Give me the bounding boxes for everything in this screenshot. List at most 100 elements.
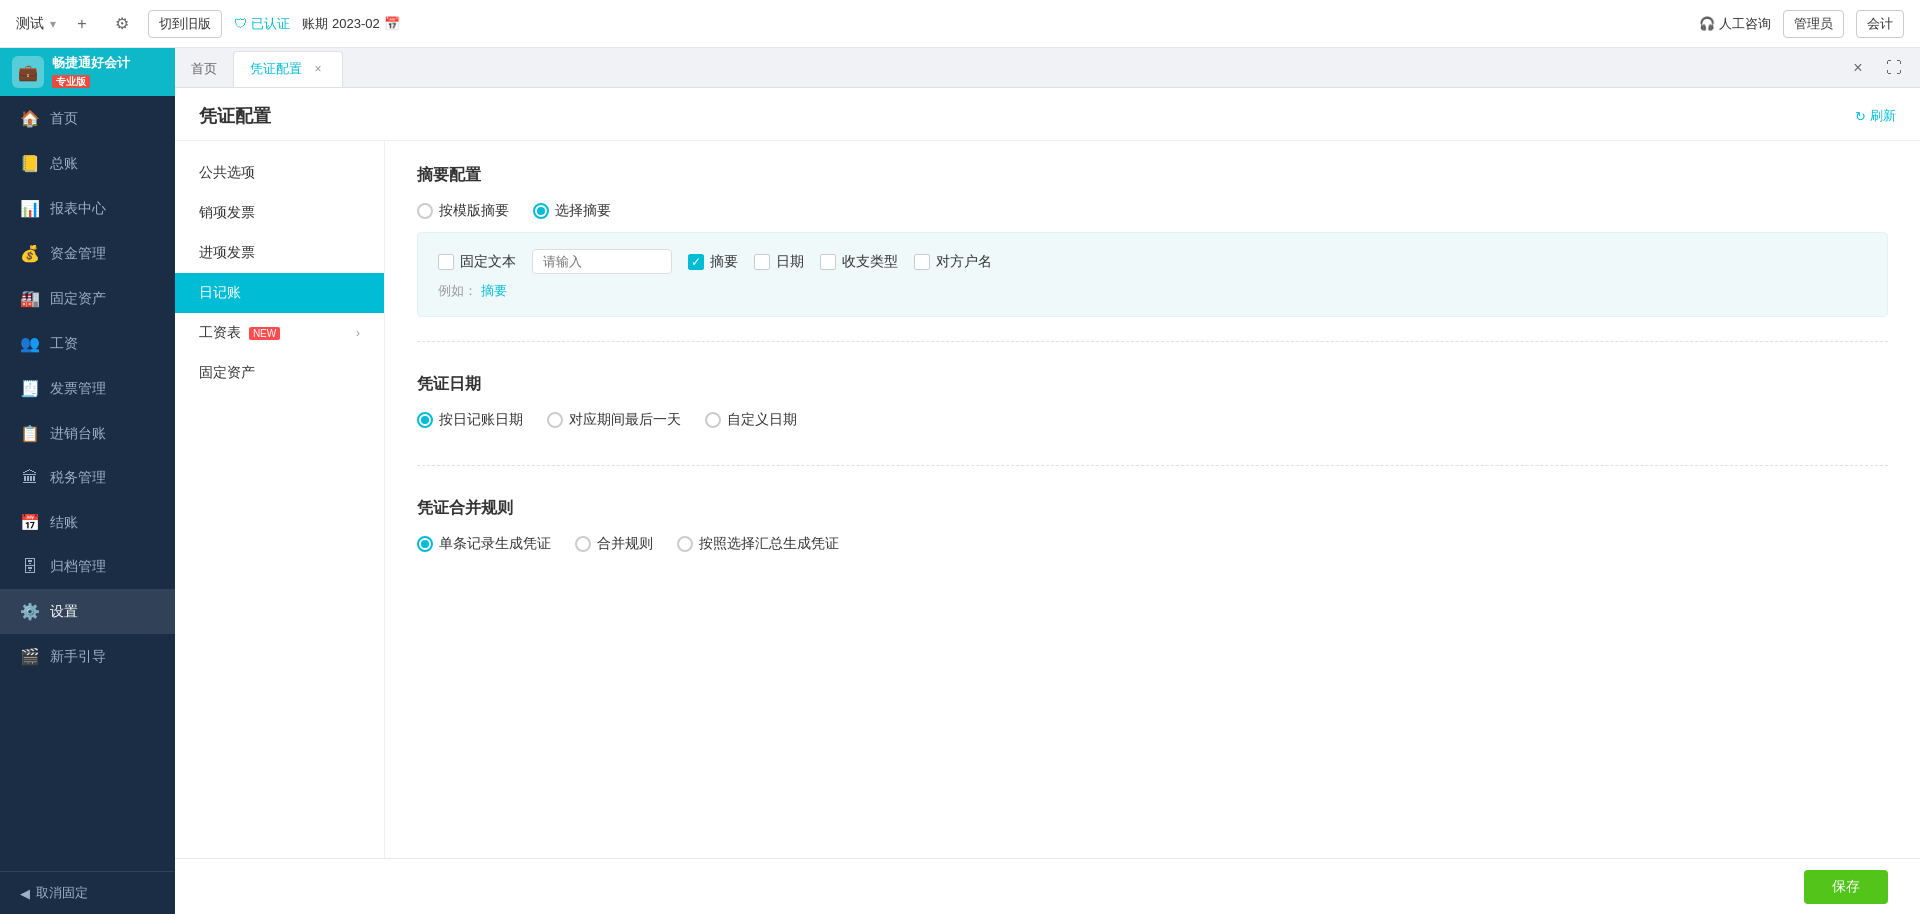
tab-expand-button[interactable]: ⛶ — [1880, 54, 1908, 82]
nav-item-fixed-assets[interactable]: 固定资产 — [175, 353, 384, 393]
nav-item-public[interactable]: 公共选项 — [175, 153, 384, 193]
voucher-date-title: 凭证日期 — [417, 374, 1888, 395]
checkbox-income-type[interactable]: 收支类型 — [820, 253, 898, 271]
workspace-name: 测试 — [16, 15, 44, 33]
logo-icon: 💼 — [12, 56, 44, 88]
nav-item-purchase-invoice[interactable]: 进项发票 — [175, 233, 384, 273]
refresh-button[interactable]: ↻ 刷新 — [1855, 107, 1896, 125]
nav-item-payroll[interactable]: 工资表 NEW › — [175, 313, 384, 353]
diary-date-circle — [417, 412, 433, 428]
page-title: 凭证配置 — [199, 104, 271, 128]
new-badge: NEW — [249, 327, 280, 340]
sidebar-item-sales[interactable]: 📋 进销台账 — [0, 411, 175, 456]
sidebar-label-sales: 进销台账 — [50, 425, 106, 443]
invoice-icon: 🧾 — [20, 379, 40, 398]
radio-single-record[interactable]: 单条记录生成凭证 — [417, 535, 551, 553]
cancel-pin-button[interactable]: ◀ 取消固定 — [0, 871, 175, 914]
sales-icon: 📋 — [20, 424, 40, 443]
sidebar-item-guide[interactable]: 🎬 新手引导 — [0, 634, 175, 679]
sidebar-item-tax[interactable]: 🏛 税务管理 — [0, 456, 175, 500]
close-accounts-icon: 📅 — [20, 513, 40, 532]
radio-select-circle — [533, 203, 549, 219]
sidebar: 💼 畅捷通好会计 专业版 🏠 首页 📒 总账 📊 报表中心 💰 资金管 — [0, 48, 175, 914]
summary-config-section: 摘要配置 按模版摘要 选择摘要 — [417, 165, 1888, 342]
workspace-chevron-icon: ▾ — [50, 17, 56, 31]
assets-icon: 🏭 — [20, 289, 40, 308]
voucher-merge-radio-group: 单条记录生成凭证 合并规则 按照选择汇总生成凭证 — [417, 535, 1888, 553]
top-header: 测试 ▾ + ⚙ 切到旧版 🛡 已认证 账期 2023-02 📅 🎧 人工咨询 … — [0, 0, 1920, 48]
logo-sub: 专业版 — [52, 75, 90, 88]
manager-button[interactable]: 管理员 — [1783, 10, 1844, 38]
tab-voucher-config[interactable]: 凭证配置 × — [233, 51, 343, 87]
add-workspace-button[interactable]: + — [68, 10, 96, 38]
payroll-label: 工资表 NEW — [199, 324, 280, 342]
tab-home[interactable]: 首页 — [175, 51, 233, 87]
date-checkbox — [754, 254, 770, 270]
accountant-button[interactable]: 会计 — [1856, 10, 1904, 38]
sidebar-logo: 💼 畅捷通好会计 专业版 — [0, 48, 175, 96]
checkbox-fixed-text[interactable]: 固定文本 — [438, 253, 516, 271]
summary-options-row: 固定文本 ✓ 摘要 日期 — [438, 249, 1867, 274]
save-button[interactable]: 保存 — [1804, 870, 1888, 904]
sidebar-item-assets[interactable]: 🏭 固定资产 — [0, 276, 175, 321]
summary-options-box: 固定文本 ✓ 摘要 日期 — [417, 232, 1888, 317]
radio-select-summary[interactable]: 选择摘要 — [533, 202, 611, 220]
sidebar-item-home[interactable]: 🏠 首页 — [0, 96, 175, 141]
certified-badge: 🛡 已认证 — [234, 15, 290, 33]
tab-bar: 首页 凭证配置 × × ⛶ — [175, 48, 1920, 88]
sidebar-item-ledger[interactable]: 📒 总账 — [0, 141, 175, 186]
checkbox-date[interactable]: 日期 — [754, 253, 804, 271]
sidebar-label-ledger: 总账 — [50, 155, 78, 173]
sidebar-item-capital[interactable]: 💰 资金管理 — [0, 231, 175, 276]
workspace-selector[interactable]: 测试 ▾ — [16, 15, 56, 33]
capital-icon: 💰 — [20, 244, 40, 263]
radio-custom-date[interactable]: 自定义日期 — [705, 411, 797, 429]
voucher-date-section: 凭证日期 按日记账日期 对应期间最后一天 — [417, 374, 1888, 466]
period-last-circle — [547, 412, 563, 428]
home-icon: 🏠 — [20, 109, 40, 128]
checkbox-counterpart[interactable]: 对方户名 — [914, 253, 992, 271]
merge-rule-circle — [575, 536, 591, 552]
voucher-merge-title: 凭证合并规则 — [417, 498, 1888, 519]
sidebar-label-home: 首页 — [50, 110, 78, 128]
radio-period-last[interactable]: 对应期间最后一天 — [547, 411, 681, 429]
summary-radio-group: 按模版摘要 选择摘要 — [417, 202, 1888, 220]
header-right: 🎧 人工咨询 管理员 会计 — [1699, 10, 1904, 38]
tax-icon: 🏛 — [20, 469, 40, 487]
refresh-icon: ↻ — [1855, 109, 1866, 124]
radio-template-summary[interactable]: 按模版摘要 — [417, 202, 509, 220]
custom-date-circle — [705, 412, 721, 428]
inner-layout: 公共选项 销项发票 进项发票 日记账 工资表 — [175, 141, 1920, 858]
radio-merge-rule[interactable]: 合并规则 — [575, 535, 653, 553]
sidebar-item-salary[interactable]: 👥 工资 — [0, 321, 175, 366]
single-record-circle — [417, 536, 433, 552]
fixed-text-input[interactable] — [532, 249, 672, 274]
sidebar-label-capital: 资金管理 — [50, 245, 106, 263]
radio-diary-date[interactable]: 按日记账日期 — [417, 411, 523, 429]
left-nav: 公共选项 销项发票 进项发票 日记账 工资表 — [175, 141, 385, 858]
period-display: 账期 2023-02 📅 — [302, 15, 400, 33]
radio-selective-merge[interactable]: 按照选择汇总生成凭证 — [677, 535, 839, 553]
calendar-icon[interactable]: 📅 — [384, 16, 400, 31]
sidebar-item-settings[interactable]: ⚙️ 设置 — [0, 589, 175, 634]
sidebar-label-assets: 固定资产 — [50, 290, 106, 308]
counterpart-checkbox — [914, 254, 930, 270]
sidebar-item-invoice[interactable]: 🧾 发票管理 — [0, 366, 175, 411]
tab-close-button[interactable]: × — [310, 61, 326, 77]
sidebar-item-reports[interactable]: 📊 报表中心 — [0, 186, 175, 231]
settings-gear-icon: ⚙️ — [20, 602, 40, 621]
sidebar-item-archive[interactable]: 🗄 归档管理 — [0, 545, 175, 589]
sidebar-scroll: 🏠 首页 📒 总账 📊 报表中心 💰 资金管理 🏭 固定资产 👥 工资 — [0, 96, 175, 871]
tab-close-window-button[interactable]: × — [1844, 54, 1872, 82]
guide-icon: 🎬 — [20, 647, 40, 666]
checkbox-summary[interactable]: ✓ 摘要 — [688, 253, 738, 271]
settings-icon[interactable]: ⚙ — [108, 10, 136, 38]
nav-item-diary[interactable]: 日记账 — [175, 273, 384, 313]
service-button[interactable]: 🎧 人工咨询 — [1699, 15, 1771, 33]
reports-icon: 📊 — [20, 199, 40, 218]
payroll-chevron-icon: › — [356, 326, 360, 340]
sidebar-item-close[interactable]: 📅 结账 — [0, 500, 175, 545]
switch-old-version-button[interactable]: 切到旧版 — [148, 10, 222, 38]
content-area: 首页 凭证配置 × × ⛶ 凭证配置 ↻ 刷新 — [175, 48, 1920, 914]
nav-item-sales-invoice[interactable]: 销项发票 — [175, 193, 384, 233]
